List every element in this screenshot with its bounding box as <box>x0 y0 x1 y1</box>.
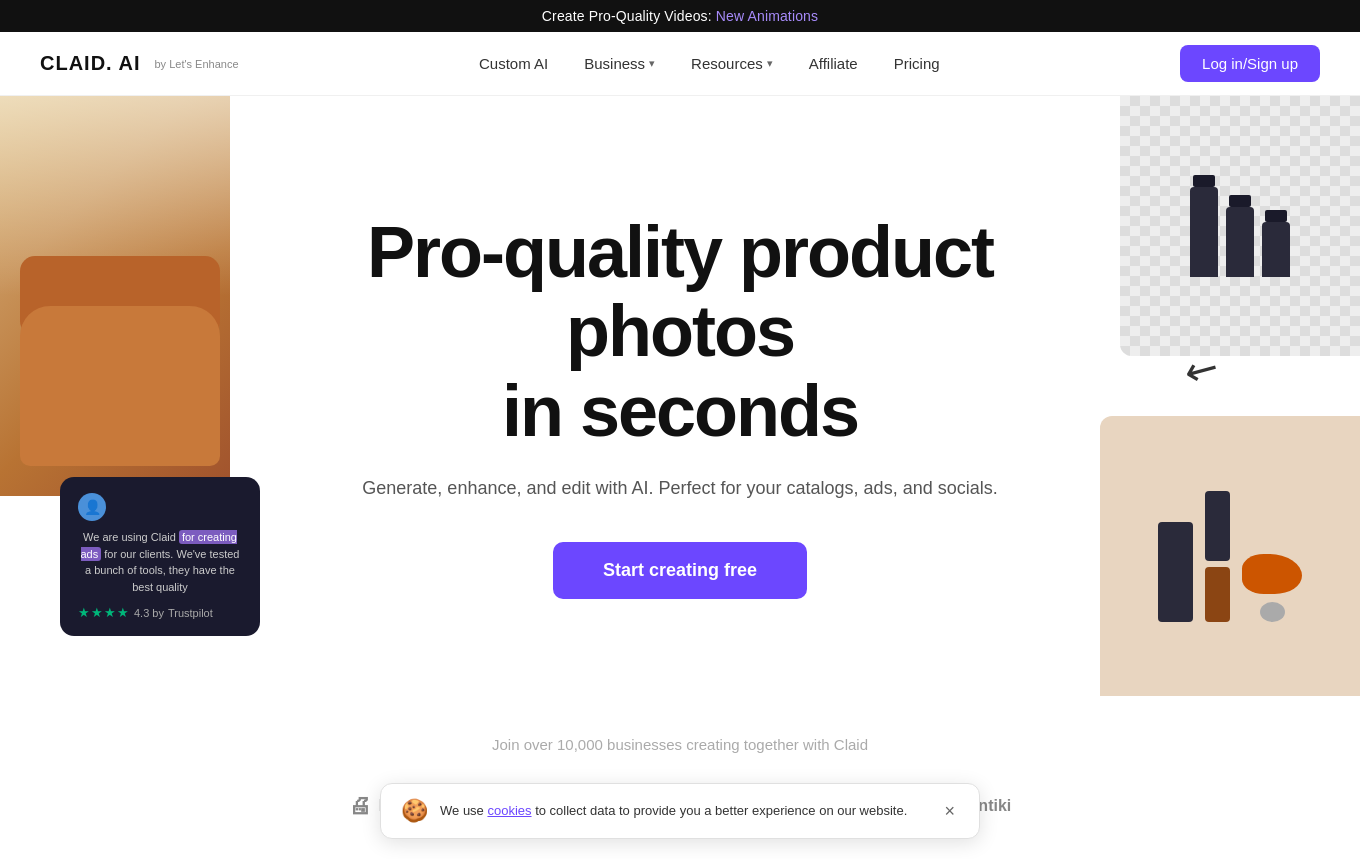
stone-orange <box>1242 554 1302 594</box>
product-bottle-dark <box>1158 522 1193 622</box>
cookie-icon: 🍪 <box>401 798 428 824</box>
social-proof-section: Join over 10,000 businesses creating tog… <box>0 696 1360 773</box>
logo-text[interactable]: CLAID. AI <box>40 52 140 75</box>
product-display <box>1138 471 1322 642</box>
product-image-bottom <box>1100 416 1360 696</box>
hero-title: Pro-quality product photos in seconds <box>280 213 1080 451</box>
banner-prefix: Create Pro-Quality Videos: <box>542 8 716 24</box>
banner-highlight: New <box>716 8 744 24</box>
hero-title-line1: Pro-quality product photos <box>367 212 993 371</box>
highlight-text: for creating ads <box>81 530 237 561</box>
hero-subtitle: Generate, enhance, and edit with AI. Per… <box>280 475 1080 502</box>
trustpilot-rating: ★★★★ 4.3 by Trustpilot <box>78 605 242 620</box>
bottle-cap <box>1193 175 1215 187</box>
cta-button[interactable]: Start creating free <box>553 542 807 599</box>
nav-business[interactable]: Business ▾ <box>570 47 669 80</box>
product-image-top <box>1120 96 1360 356</box>
stone-small <box>1260 602 1285 622</box>
nav-pricing[interactable]: Pricing <box>880 47 954 80</box>
bottle-short <box>1262 222 1290 277</box>
rating-value: 4.3 by <box>134 607 164 619</box>
hero-section: 👤 We are using Claid for creating ads fo… <box>0 96 1360 696</box>
hero-right-image: ↙ <box>1100 96 1360 696</box>
nav-affiliate[interactable]: Affiliate <box>795 47 872 80</box>
hero-title-line2: in seconds <box>502 371 858 451</box>
bottle-cap <box>1265 210 1287 222</box>
logo-by: by Let's Enhance <box>154 58 238 70</box>
login-signup-button[interactable]: Log in/Sign up <box>1180 45 1320 82</box>
stars-icon: ★★★★ <box>78 605 130 620</box>
top-banner: Create Pro-Quality Videos: New Animation… <box>0 0 1360 32</box>
trustpilot-card: 👤 We are using Claid for creating ads fo… <box>60 477 260 636</box>
banner-link-rest: Animations <box>747 8 818 24</box>
social-proof-text: Join over 10,000 businesses creating tog… <box>20 736 1340 753</box>
chevron-down-icon: ▾ <box>767 57 773 70</box>
navbar-actions: Log in/Sign up <box>1180 45 1320 82</box>
cookie-link[interactable]: cookies <box>487 803 531 818</box>
hero-content: Pro-quality product photos in seconds Ge… <box>280 213 1080 599</box>
avatar: 👤 <box>78 493 106 521</box>
banner-link[interactable]: New Animations <box>716 8 818 24</box>
bottle-medium <box>1226 207 1254 277</box>
product-bottle-amber <box>1205 567 1230 622</box>
cookie-prefix: We use <box>440 803 487 818</box>
bottle-cap <box>1229 195 1251 207</box>
hero-left-image <box>0 96 230 496</box>
cookie-close-button[interactable]: × <box>940 801 959 822</box>
checkerboard-bg <box>1120 96 1360 356</box>
navbar-nav: Custom AI Business ▾ Resources ▾ Affilia… <box>465 47 954 80</box>
navbar-logo-area: CLAID. AI by Let's Enhance <box>40 52 239 75</box>
bottle-group <box>1190 175 1290 277</box>
cookie-suffix: to collect data to provide you a better … <box>532 803 908 818</box>
bottle-tall <box>1190 187 1218 277</box>
product-bottle-2 <box>1205 491 1230 561</box>
sofa-seat <box>20 306 220 466</box>
cookie-text: We use cookies to collect data to provid… <box>440 801 928 821</box>
platform-name: Trustpilot <box>168 607 213 619</box>
chevron-down-icon: ▾ <box>649 57 655 70</box>
trustpilot-quote: We are using Claid for creating ads for … <box>78 529 242 595</box>
sofa-background <box>0 96 230 496</box>
nav-custom-ai[interactable]: Custom AI <box>465 47 562 80</box>
navbar: CLAID. AI by Let's Enhance Custom AI Bus… <box>0 32 1360 96</box>
cookie-banner: 🍪 We use cookies to collect data to prov… <box>380 783 980 839</box>
printify-icon: 🖨 <box>349 793 371 819</box>
nav-resources[interactable]: Resources ▾ <box>677 47 787 80</box>
